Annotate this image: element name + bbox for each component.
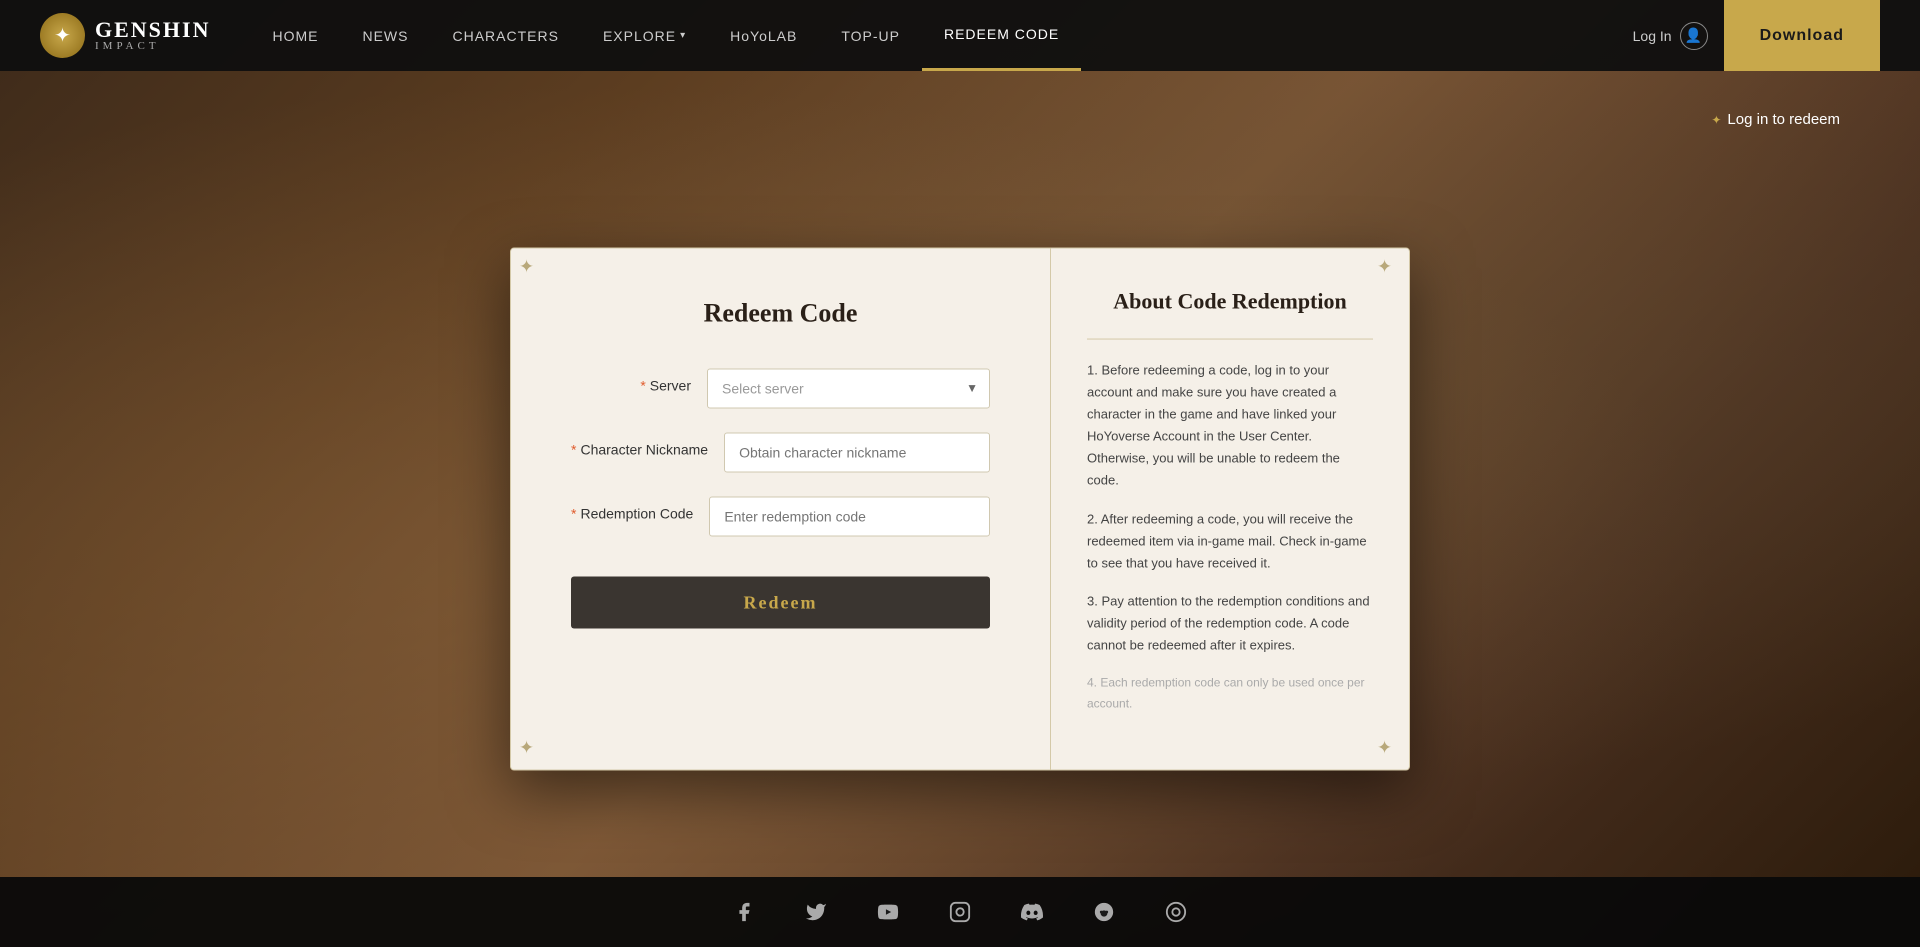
explore-dropdown-arrow: ▾ [680, 30, 686, 41]
redemption-required-star: * [571, 506, 576, 522]
redeem-modal: ✦ ✦ ✦ ✦ Redeem Code *Server Select serve… [510, 248, 1410, 771]
nickname-field-row: *Character Nickname [571, 433, 990, 473]
logo-text: Genshin Impact [95, 19, 210, 52]
login-to-redeem-link[interactable]: Log in to redeem [1711, 111, 1840, 128]
about-redemption-panel: About Code Redemption 1. Before redeemin… [1051, 249, 1409, 770]
nickname-label: *Character Nickname [571, 433, 708, 461]
about-text: 1. Before redeeming a code, log in to yo… [1087, 360, 1373, 714]
redeem-form-title: Redeem Code [571, 299, 990, 329]
nav-links: HOME NEWS CHARACTERS EXPLORE ▾ HoYoLAB T… [250, 0, 1632, 71]
nav-link-explore[interactable]: EXPLORE ▾ [581, 0, 708, 71]
nav-link-news[interactable]: NEWS [340, 0, 430, 71]
footer [0, 877, 1920, 947]
server-select-wrapper: Select server America Europe Asia TW, HK… [707, 369, 990, 409]
corner-decoration-tr: ✦ [1377, 257, 1401, 281]
corner-decoration-tl: ✦ [519, 257, 543, 281]
logo-main: Genshin [95, 19, 210, 41]
about-item-3: 3. Pay attention to the redemption condi… [1087, 590, 1373, 656]
nav-link-home[interactable]: HOME [250, 0, 340, 71]
nav-logo[interactable]: ✦ Genshin Impact [40, 13, 210, 58]
about-title: About Code Redemption [1087, 289, 1373, 315]
server-required-star: * [640, 378, 645, 394]
redemption-code-label: *Redemption Code [571, 497, 693, 525]
logo-sub: Impact [95, 41, 210, 52]
social-discord[interactable] [1014, 894, 1050, 930]
corner-decoration-bl: ✦ [519, 737, 543, 761]
redeem-submit-button[interactable]: Redeem [571, 577, 990, 629]
login-label: Log In [1633, 28, 1672, 44]
about-item-4: 4. Each redemption code can only be used… [1087, 673, 1373, 714]
about-divider [1087, 339, 1373, 340]
nav-link-hoyolab[interactable]: HoYoLAB [708, 0, 819, 71]
redemption-code-field-row: *Redemption Code [571, 497, 990, 537]
social-instagram[interactable] [942, 894, 978, 930]
login-user-icon: 👤 [1680, 22, 1708, 50]
nav-link-characters[interactable]: CHARACTERS [430, 0, 580, 71]
server-field-row: *Server Select server America Europe Asi… [571, 369, 990, 409]
nickname-input[interactable] [724, 433, 990, 473]
social-youtube[interactable] [870, 894, 906, 930]
navigation: ✦ Genshin Impact HOME NEWS CHARACTERS EX… [0, 0, 1920, 71]
social-reddit[interactable] [1086, 894, 1122, 930]
nav-link-topup[interactable]: TOP-UP [819, 0, 922, 71]
main-content: Log in to redeem ✦ ✦ ✦ ✦ Redeem Code *Se… [0, 71, 1920, 947]
logo-icon: ✦ [40, 13, 85, 58]
social-extra[interactable] [1158, 894, 1194, 930]
social-twitter[interactable] [798, 894, 834, 930]
server-label: *Server [571, 369, 691, 397]
about-item-1: 1. Before redeeming a code, log in to yo… [1087, 360, 1373, 493]
social-facebook[interactable] [726, 894, 762, 930]
corner-decoration-br: ✦ [1377, 737, 1401, 761]
login-button[interactable]: Log In 👤 [1633, 22, 1708, 50]
server-select[interactable]: Select server America Europe Asia TW, HK… [707, 369, 990, 409]
nickname-required-star: * [571, 442, 576, 458]
redeem-form-panel: Redeem Code *Server Select server Americ… [511, 249, 1051, 770]
redemption-code-input[interactable] [709, 497, 990, 537]
about-item-2: 2. After redeeming a code, you will rece… [1087, 508, 1373, 574]
nav-right: Log In 👤 Download [1633, 0, 1880, 71]
download-button[interactable]: Download [1724, 0, 1880, 71]
nav-link-redeem-code[interactable]: REDEEM CODE [922, 0, 1081, 71]
